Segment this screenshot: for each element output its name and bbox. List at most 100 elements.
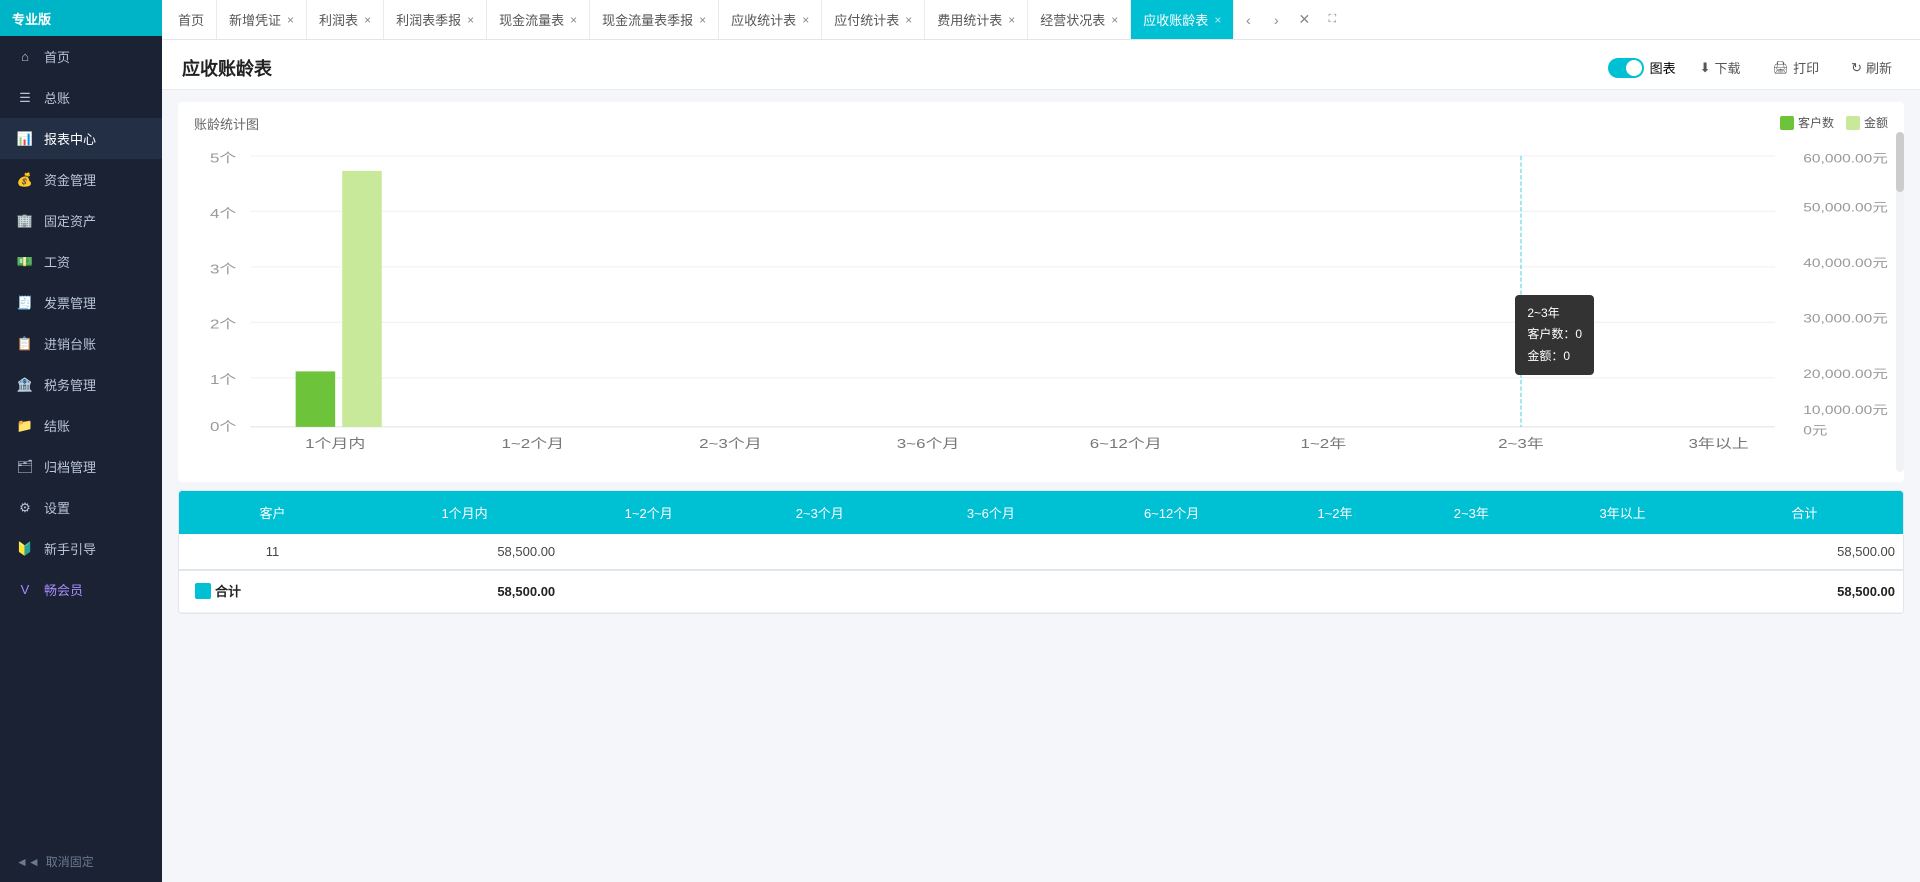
ledger-icon: ☰ xyxy=(16,89,34,107)
cell-m3 xyxy=(734,534,905,570)
sidebar-pin-toggle[interactable]: ◄◄ 取消固定 xyxy=(0,841,162,882)
refresh-button[interactable]: ↻ 刷新 xyxy=(1843,54,1900,81)
settings-icon: ⚙ xyxy=(16,499,34,517)
tab-expense-stat-close[interactable]: × xyxy=(1008,13,1015,27)
sidebar-item-invoice[interactable]: 🧾 发票管理 xyxy=(0,282,162,323)
tab-bar: 首页 新增凭证 × 利润表 × 利润表季报 × 现金流量表 × 现金流量表季报 … xyxy=(162,0,1920,40)
inventory-icon: 📋 xyxy=(16,335,34,353)
closing-icon: 📁 xyxy=(16,417,34,435)
page-title: 应收账龄表 xyxy=(182,55,272,81)
col-m6: 3~6个月 xyxy=(905,491,1076,534)
chart-toggle[interactable] xyxy=(1608,58,1644,78)
sidebar-item-reports[interactable]: 📊 报表中心 xyxy=(0,118,162,159)
legend-amount: 金额 xyxy=(1846,114,1888,131)
legend-amount-dot xyxy=(1846,116,1860,130)
download-button[interactable]: ⬇ 下载 xyxy=(1692,54,1749,81)
svg-text:40,000.00元: 40,000.00元 xyxy=(1803,257,1888,270)
sidebar-item-funds[interactable]: 💰 资金管理 xyxy=(0,159,162,200)
tab-home[interactable]: 首页 xyxy=(166,0,217,40)
total-m3 xyxy=(734,570,905,612)
chart-svg: 5个 4个 3个 2个 1个 0个 60,000.00元 50,000.00元 xyxy=(194,141,1888,461)
aging-table: 客户 1个月内 1~2个月 2~3个月 3~6个月 6~12个月 1~2年 2~… xyxy=(179,491,1903,613)
sidebar-item-settings[interactable]: ⚙ 设置 xyxy=(0,487,162,528)
tab-voucher-close[interactable]: × xyxy=(287,13,294,27)
svg-text:3个: 3个 xyxy=(210,262,236,276)
tab-aging-close[interactable]: × xyxy=(1214,13,1221,27)
tab-voucher[interactable]: 新增凭证 × xyxy=(217,0,307,40)
header-actions: 图表 ⬇ 下载 🖨 打印 ↻ 刷新 xyxy=(1608,54,1900,81)
total-m12 xyxy=(1076,570,1266,612)
svg-text:1~2年: 1~2年 xyxy=(1301,437,1347,451)
total-y2 xyxy=(1403,570,1539,612)
tab-cashflow[interactable]: 现金流量表 × xyxy=(487,0,590,40)
sidebar-item-inventory[interactable]: 📋 进销台账 xyxy=(0,323,162,364)
download-icon: ⬇ xyxy=(1700,60,1711,76)
table-total-row: 合计 58,500.00 58,500.00 xyxy=(179,570,1903,612)
col-y1: 1~2年 xyxy=(1267,491,1403,534)
sidebar-item-tax[interactable]: 🏦 税务管理 xyxy=(0,364,162,405)
tab-profit-quarter[interactable]: 利润表季报 × xyxy=(384,0,487,40)
svg-text:6~12个月: 6~12个月 xyxy=(1090,437,1162,451)
cell-total: 58,500.00 xyxy=(1706,534,1903,570)
total-y1 xyxy=(1267,570,1403,612)
invoice-icon: 🧾 xyxy=(16,294,34,312)
svg-text:1个月内: 1个月内 xyxy=(305,437,365,451)
svg-text:1个: 1个 xyxy=(210,373,236,387)
total-y3 xyxy=(1540,570,1706,612)
tab-close-all[interactable]: ✕ xyxy=(1290,6,1318,34)
tab-cashflow-quarter[interactable]: 现金流量表季报 × xyxy=(590,0,719,40)
chart-toggle-wrap: 图表 xyxy=(1608,58,1676,78)
sidebar-item-assets[interactable]: 🏢 固定资产 xyxy=(0,200,162,241)
svg-text:3年以上: 3年以上 xyxy=(1689,437,1749,451)
print-button[interactable]: 🖨 打印 xyxy=(1765,54,1828,81)
tab-profit-close[interactable]: × xyxy=(364,13,371,27)
sidebar-item-home[interactable]: ⌂ 首页 xyxy=(0,36,162,77)
sidebar-item-ledger[interactable]: ☰ 总账 xyxy=(0,77,162,118)
tab-nav-prev[interactable]: ‹ xyxy=(1234,6,1262,34)
sidebar-item-closing[interactable]: 📁 结账 xyxy=(0,405,162,446)
tab-cashflow-close[interactable]: × xyxy=(570,13,577,27)
svg-text:2~3年: 2~3年 xyxy=(1498,437,1544,451)
tab-aging[interactable]: 应收账龄表 × xyxy=(1131,0,1234,40)
sidebar-item-vip[interactable]: V 畅会员 xyxy=(0,569,162,610)
tab-nav-next[interactable]: › xyxy=(1262,6,1290,34)
total-icon-box xyxy=(195,583,211,599)
sidebar-item-archive[interactable]: 🗂 归档管理 xyxy=(0,446,162,487)
data-table-container: 客户 1个月内 1~2个月 2~3个月 3~6个月 6~12个月 1~2年 2~… xyxy=(178,490,1904,614)
cell-customer: 11 xyxy=(179,534,366,570)
col-customer: 客户 xyxy=(179,491,366,534)
main-area: 首页 新增凭证 × 利润表 × 利润表季报 × 现金流量表 × 现金流量表季报 … xyxy=(162,0,1920,882)
tab-business-stat[interactable]: 经营状况表 × xyxy=(1028,0,1131,40)
reports-icon: 📊 xyxy=(16,130,34,148)
sidebar-item-guide[interactable]: 🔰 新手引导 xyxy=(0,528,162,569)
tab-payable-stat[interactable]: 应付统计表 × xyxy=(822,0,925,40)
col-y2: 2~3年 xyxy=(1403,491,1539,534)
cell-y1 xyxy=(1267,534,1403,570)
tab-receivable-stat-close[interactable]: × xyxy=(802,13,809,27)
archive-icon: 🗂 xyxy=(16,458,34,476)
total-label: 合计 xyxy=(179,570,366,612)
chart-scrollbar[interactable] xyxy=(1896,132,1904,472)
tab-receivable-stat[interactable]: 应收统计表 × xyxy=(719,0,822,40)
tab-cashflow-quarter-close[interactable]: × xyxy=(699,13,706,27)
cell-m2 xyxy=(563,534,734,570)
sidebar: 专业版 ⌂ 首页 ☰ 总账 📊 报表中心 💰 资金管理 🏢 固定资产 💵 工资 … xyxy=(0,0,162,882)
tab-business-stat-close[interactable]: × xyxy=(1111,13,1118,27)
svg-text:50,000.00元: 50,000.00元 xyxy=(1803,201,1888,214)
tab-profit-quarter-close[interactable]: × xyxy=(467,13,474,27)
chart-scrollbar-thumb[interactable] xyxy=(1896,132,1904,192)
tab-profit[interactable]: 利润表 × xyxy=(307,0,384,40)
svg-text:0个: 0个 xyxy=(210,420,236,434)
total-m1: 58,500.00 xyxy=(366,570,563,612)
sidebar-item-salary[interactable]: 💵 工资 xyxy=(0,241,162,282)
tab-expense-stat[interactable]: 费用统计表 × xyxy=(925,0,1028,40)
tab-payable-stat-close[interactable]: × xyxy=(905,13,912,27)
bar-customers-1 xyxy=(296,371,336,426)
total-total: 58,500.00 xyxy=(1706,570,1903,612)
tab-maximize[interactable]: ⛶ xyxy=(1318,6,1346,34)
svg-text:2~3个月: 2~3个月 xyxy=(699,437,762,451)
assets-icon: 🏢 xyxy=(16,212,34,230)
chart-area: 5个 4个 3个 2个 1个 0个 60,000.00元 50,000.00元 xyxy=(194,141,1888,461)
bar-amount-1 xyxy=(342,171,382,427)
svg-text:0元: 0元 xyxy=(1803,424,1827,437)
